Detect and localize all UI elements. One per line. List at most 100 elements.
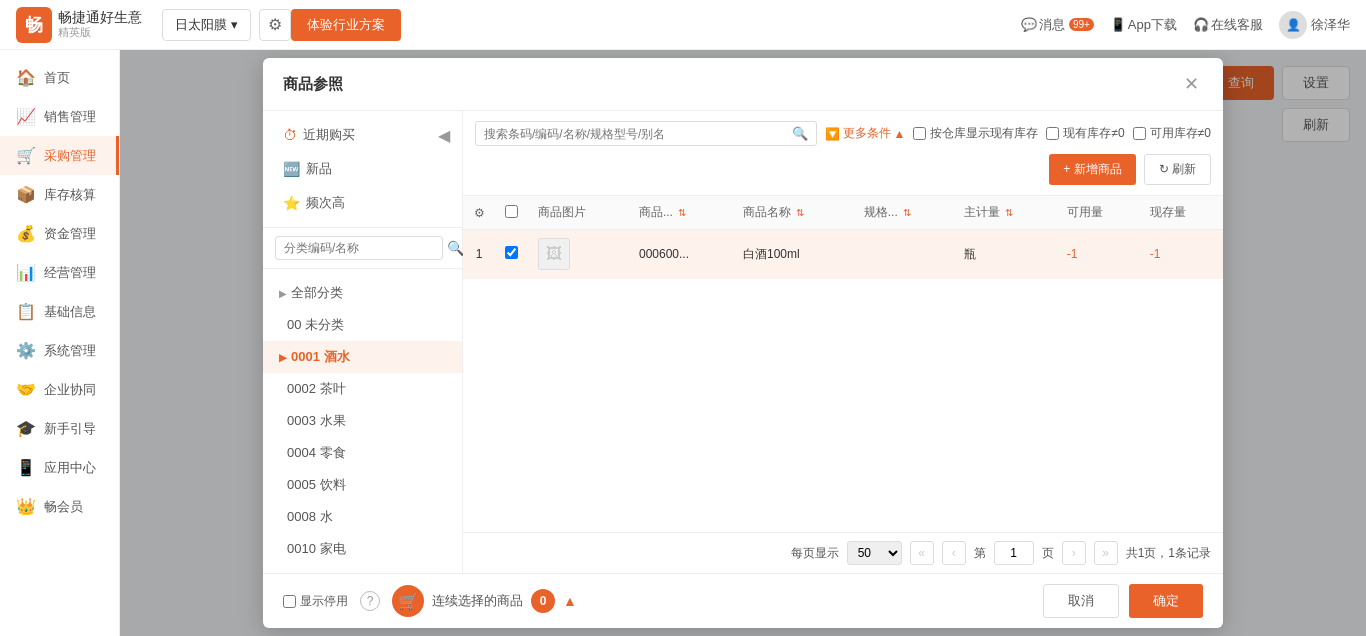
product-thumb: 🖼 [538,238,570,270]
refresh-table-button[interactable]: ↻ 刷新 [1144,154,1211,185]
cart-icon[interactable]: 🛒 [392,585,424,617]
quick-link-recent[interactable]: ⏱ 近期购买 [275,121,363,149]
collab-icon: 🤝 [16,380,36,399]
gear-button[interactable]: ⚙ [259,9,291,41]
quick-links-area: ⏱ 近期购买 ◀ 🆕 新品 ⭐ 频次高 [263,111,462,228]
cat-item-0001[interactable]: ▶ 0001 酒水 [263,341,462,373]
sidebar-item-inventory[interactable]: 📦 库存核算 [0,175,119,214]
col-name-header[interactable]: 商品名称 ⇅ [733,196,854,230]
sidebar-item-purchase[interactable]: 🛒 采购管理 [0,136,119,175]
row-checkbox-cell[interactable] [495,230,528,279]
col-checkbox-header[interactable] [495,196,528,230]
quick-link-frequent-label: 频次高 [306,194,345,212]
row-checkbox[interactable] [505,246,518,259]
cat-item-0008[interactable]: 0008 水 [263,501,462,533]
cat-item-0010[interactable]: 0010 家电 [263,533,462,565]
page-next-button[interactable]: › [1062,541,1086,565]
cart-area: 🛒 连续选择的商品 0 ▲ [392,585,577,617]
more-filter-button[interactable]: 🔽 更多条件 ▲ [825,125,906,142]
modal-body: ⏱ 近期购买 ◀ 🆕 新品 ⭐ 频次高 [263,111,1223,573]
page-first-button[interactable]: « [910,541,934,565]
cat-item-0005[interactable]: 0005 饮料 [263,469,462,501]
cat-item-00[interactable]: 00 未分类 [263,309,462,341]
sidebar-item-finance[interactable]: 💰 资金管理 [0,214,119,253]
table-row[interactable]: 1 🖼 000600... 白酒100ml [463,230,1223,279]
sidebar-item-basic[interactable]: 📋 基础信息 [0,292,119,331]
user-area[interactable]: 👤 徐泽华 [1279,11,1350,39]
sidebar-item-apps[interactable]: 📱 应用中心 [0,448,119,487]
cat-item-0003[interactable]: 0003 水果 [263,405,462,437]
display-stopped-label[interactable]: 显示停用 [283,593,348,610]
modal-left-panel: ⏱ 近期购买 ◀ 🆕 新品 ⭐ 频次高 [263,111,463,573]
warehouse-check-label[interactable]: 按仓库显示现有库存 [913,125,1038,142]
available-check-label[interactable]: 可用库存≠0 [1133,125,1211,142]
top-nav: 畅 畅捷通好生意 精英版 日太阳膜 ▾ ⚙ 体验行业方案 💬 消息 99+ 📱 … [0,0,1366,50]
product-search-input[interactable] [484,127,788,141]
dropdown-store[interactable]: 日太阳膜 ▾ [162,9,251,41]
help-icon[interactable]: ? [360,591,380,611]
page-number-input[interactable] [994,541,1034,565]
sidebar-item-business[interactable]: 📊 经营管理 [0,253,119,292]
modal-footer: 显示停用 ? 🛒 连续选择的商品 0 ▲ 取消 确定 [263,573,1223,628]
message-area[interactable]: 💬 消息 99+ [1021,16,1094,34]
headset-icon: 🎧 [1193,17,1209,32]
sidebar-item-sales[interactable]: 📈 销售管理 [0,97,119,136]
page-last-button[interactable]: » [1094,541,1118,565]
col-settings-header[interactable]: ⚙ [463,196,495,230]
online-service[interactable]: 🎧 在线客服 [1193,16,1263,34]
guide-icon: 🎓 [16,419,36,438]
cat-item-0004[interactable]: 0004 零食 [263,437,462,469]
warehouse-checkbox[interactable] [913,127,926,140]
footer-right: 取消 确定 [1043,584,1203,618]
cart-collapse-button[interactable]: ▲ [563,593,577,609]
row-unit-cell: 瓶 [954,230,1057,279]
product-table-container: ⚙ 商品图片 商品... ⇅ [463,196,1223,532]
collapse-left-button[interactable]: ◀ [438,126,450,145]
category-search-icon[interactable]: 🔍 [447,240,464,256]
col-spec-header[interactable]: 规格... ⇅ [854,196,954,230]
col-unit-header[interactable]: 主计量 ⇅ [954,196,1057,230]
cancel-button[interactable]: 取消 [1043,584,1119,618]
confirm-button[interactable]: 确定 [1129,584,1203,618]
app-download[interactable]: 📱 App下载 [1110,16,1177,34]
cart-label: 连续选择的商品 [432,592,523,610]
sidebar-item-home[interactable]: 🏠 首页 [0,58,119,97]
home-icon: 🏠 [16,68,36,87]
username: 徐泽华 [1311,16,1350,34]
modal-overlay: 商品参照 ✕ ⏱ 近期购买 ◀ [120,50,1366,636]
col-code-header[interactable]: 商品... ⇅ [629,196,733,230]
trial-button[interactable]: 体验行业方案 [291,9,401,41]
product-table: ⚙ 商品图片 商品... ⇅ [463,196,1223,279]
star-icon: ⭐ [283,195,300,211]
quick-link-frequent[interactable]: ⭐ 频次高 [275,189,450,217]
sidebar-item-collab[interactable]: 🤝 企业协同 [0,370,119,409]
sidebar-label-apps: 应用中心 [44,459,96,477]
apps-icon: 📱 [16,458,36,477]
modal-right-panel: 🔍 🔽 更多条件 ▲ 按仓库显示现有库存 [463,111,1223,573]
display-stopped-checkbox[interactable] [283,595,296,608]
quick-link-new[interactable]: 🆕 新品 [275,155,450,183]
cat-item-all[interactable]: ▶ 全部分类 [263,277,462,309]
category-search-input[interactable] [275,236,443,260]
pagination-bar: 每页显示 50 100 « ‹ 第 页 › » 共 [463,532,1223,573]
sidebar-item-guide[interactable]: 🎓 新手引导 [0,409,119,448]
row-stock-cell: -1 [1140,230,1223,279]
page-prev-button[interactable]: ‹ [942,541,966,565]
modal-header: 商品参照 ✕ [263,58,1223,111]
available-checkbox[interactable] [1133,127,1146,140]
member-icon: 👑 [16,497,36,516]
clock-icon: ⏱ [283,127,297,143]
stock-checkbox[interactable] [1046,127,1059,140]
avatar-icon: 👤 [1279,11,1307,39]
product-search-icon[interactable]: 🔍 [792,126,808,141]
cart-count-badge: 0 [531,589,555,613]
select-all-checkbox[interactable] [505,205,518,218]
per-page-select[interactable]: 50 100 [847,541,902,565]
modal-close-button[interactable]: ✕ [1179,72,1203,96]
cat-item-0002[interactable]: 0002 茶叶 [263,373,462,405]
stock-check-label[interactable]: 现有库存≠0 [1046,125,1124,142]
sidebar-item-system[interactable]: ⚙️ 系统管理 [0,331,119,370]
sort-spec-icon: ⇅ [903,207,911,218]
add-product-button[interactable]: + 新增商品 [1049,154,1135,185]
sidebar-item-member[interactable]: 👑 畅会员 [0,487,119,526]
